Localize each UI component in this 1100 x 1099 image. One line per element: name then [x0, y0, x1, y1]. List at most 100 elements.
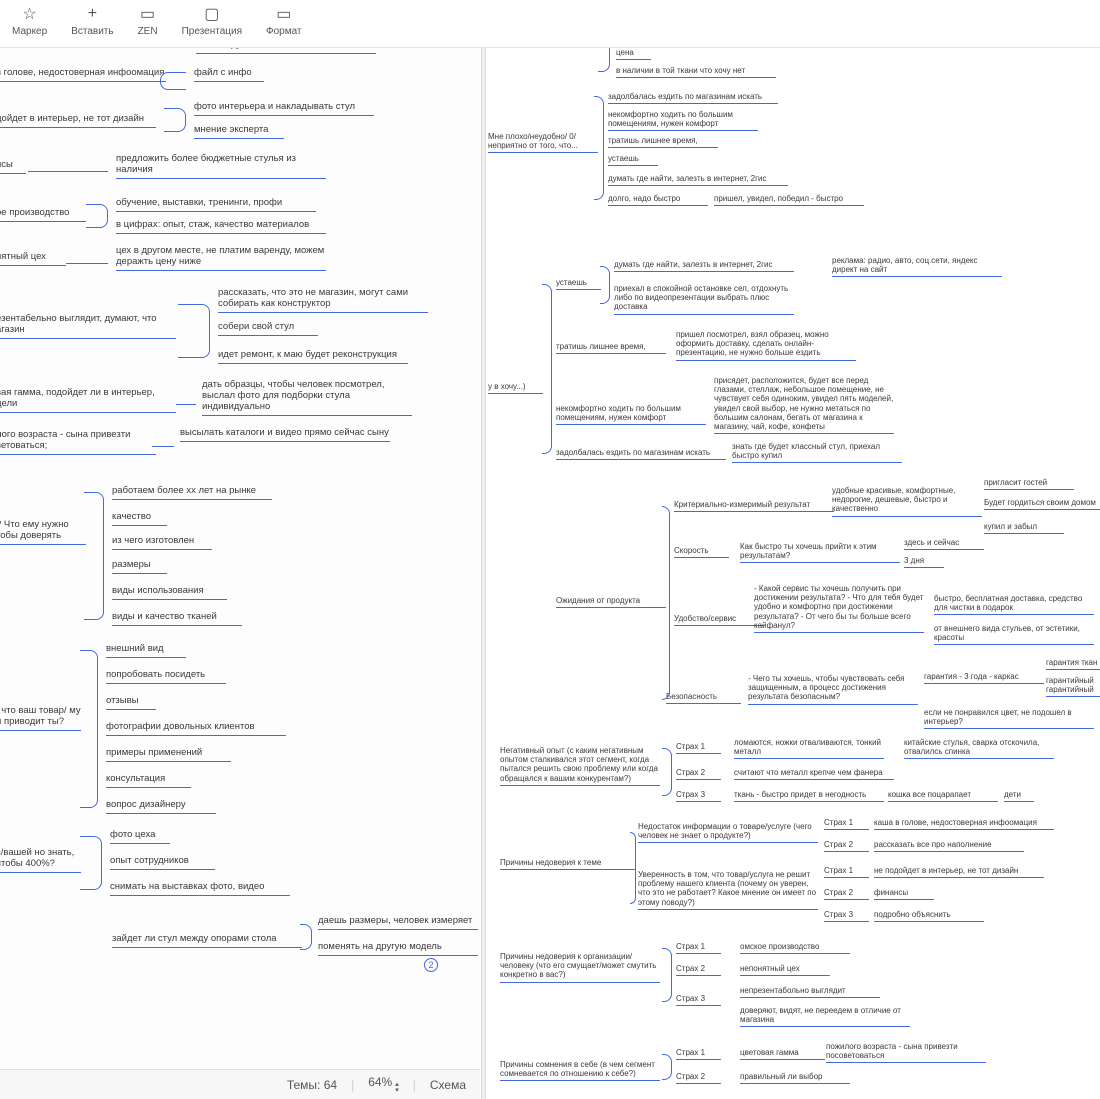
node[interactable]: предложить более бюджетные стулья из нал…	[116, 152, 326, 179]
node[interactable]: пригласит гостей	[984, 476, 1074, 490]
node[interactable]: вопрос дизайнеру	[106, 798, 216, 814]
node[interactable]: в голове, недостоверная инфоомация	[0, 66, 166, 82]
node[interactable]: , что ваш товар/ му и приводит ты?	[0, 704, 81, 731]
format-button[interactable]: ▭Формат	[254, 2, 314, 39]
node[interactable]: китайские стулья, сварка отскочила, отва…	[904, 736, 1054, 759]
node[interactable]: некомфортно ходить по большим помещениям…	[556, 402, 706, 425]
node[interactable]: попробовать посидеть	[106, 668, 226, 684]
presentation-button[interactable]: ▢Презентация	[170, 2, 254, 39]
node[interactable]: лого возраста - сына привезти ветоваться…	[0, 428, 156, 455]
node[interactable]: не подойдет в интерьер, не тот дизайн	[874, 864, 1044, 878]
node[interactable]: пришел посмотрел, взял образец, можно оф…	[676, 328, 856, 361]
node[interactable]: - Чего ты хочешь, чтобы чувствовать себя…	[748, 672, 918, 705]
node[interactable]: кошка все поцарапает	[888, 788, 998, 802]
node[interactable]: в цифрах: опыт, стаж, качество материало…	[116, 218, 326, 234]
node[interactable]: дойдет в интерьер, не тот дизайн	[0, 112, 156, 128]
node[interactable]: опыт сотрудников	[110, 854, 215, 870]
node[interactable]: внешний вид	[106, 642, 186, 658]
node[interactable]: некомфортно ходить по большим помещениям…	[608, 108, 758, 131]
node[interactable]: идет ремонт, к маю будет реконструкция	[218, 348, 408, 364]
node[interactable]: устаешь	[608, 152, 658, 166]
node[interactable]: фото интерьера и накладывать стул	[194, 100, 374, 116]
node[interactable]: Скорость	[674, 544, 729, 558]
node[interactable]: мнение эксперта	[194, 123, 284, 139]
node[interactable]: нятный цех	[0, 250, 66, 266]
node[interactable]: 3 дня	[904, 554, 944, 568]
node[interactable]: Страх 2	[824, 886, 869, 900]
node[interactable]: Уверенность в том, что товар/услуга не р…	[638, 868, 818, 910]
mindmap-canvas-left[interactable]: своими руками в голове, недостоверная ин…	[0, 48, 480, 1067]
node[interactable]: быстро, бесплатная доставка, средство дл…	[934, 592, 1094, 615]
node[interactable]: Страх 1	[676, 1046, 721, 1060]
node[interactable]: вая гамма, подойдет ли в интерьер, дели	[0, 386, 176, 413]
node[interactable]: рассказать, что это не магазин, могут са…	[218, 286, 428, 313]
node[interactable]: гарантийный гарантийный	[1046, 674, 1100, 697]
node[interactable]: Безопасность	[666, 690, 741, 704]
node[interactable]: Мне плохо/неудобно/ 0/неприятно от того,…	[488, 130, 598, 153]
node[interactable]: каша в голове, недостоверная инфоомация	[874, 816, 1054, 830]
node[interactable]: фотографии довольных клиентов	[106, 720, 286, 736]
zen-button[interactable]: ▭ZEN	[126, 2, 170, 39]
node[interactable]: отзывы	[106, 694, 156, 710]
node[interactable]: думать где найти, залезть в интернет, 2г…	[608, 172, 788, 186]
node[interactable]: думать где найти, залезть в интернет, 2г…	[614, 258, 794, 272]
node[interactable]: рассказать все про наполнение	[874, 838, 1024, 852]
node[interactable]: приехал в спокойной остановке сел, отдох…	[614, 282, 794, 315]
node[interactable]: качество	[112, 510, 167, 526]
node[interactable]: размеры	[112, 558, 167, 574]
node[interactable]: езентабельно выглядит, думают, что агази…	[0, 312, 176, 339]
node[interactable]: тратишь лишнее время,	[556, 340, 666, 354]
node[interactable]: реклама: радио, авто, соц.сети, яндекс д…	[832, 254, 1002, 277]
node[interactable]: здесь и сейчас	[904, 536, 984, 550]
node[interactable]: поменять на другую модель	[318, 940, 478, 956]
node[interactable]: Страх 3	[676, 788, 721, 802]
node[interactable]: дать образцы, чтобы человек посмотрел, в…	[202, 378, 412, 416]
node[interactable]: собери свой стул	[218, 320, 318, 336]
node[interactable]: Будет гордиться своим домом	[984, 496, 1100, 510]
node[interactable]: Критериально-измеримый результат	[674, 498, 834, 512]
collapse-indicator[interactable]: 2	[424, 958, 438, 972]
node[interactable]: Как быстро ты хочешь прийти к этим резул…	[740, 540, 900, 563]
node[interactable]: пришел, увидел, победил - быстро	[714, 192, 864, 206]
node[interactable]: Причины сомнения в себе (в чем сегмент с…	[500, 1058, 660, 1081]
node[interactable]: пожилого возраста - сына привезти посове…	[826, 1040, 986, 1063]
node[interactable]: Страх 1	[676, 740, 721, 754]
node[interactable]: ое производство	[0, 206, 86, 222]
node[interactable]: непрезентабольно выглядит	[740, 984, 880, 998]
node[interactable]: цена	[616, 46, 651, 60]
node[interactable]: из чего изготовлен	[112, 534, 212, 550]
node[interactable]: Страх 1	[824, 864, 869, 878]
node[interactable]: у в хочу...)	[488, 380, 543, 394]
node[interactable]: гарантия - 3 года - каркас	[924, 670, 1044, 684]
node[interactable]: Страх 3	[676, 992, 721, 1006]
node[interactable]: зайдет ли стул между опорами стола	[112, 932, 302, 948]
node[interactable]: фото цеха	[110, 828, 170, 844]
node[interactable]: Удобство/сервис	[674, 612, 764, 626]
node[interactable]: удобные красивые, комфортные, недорогие,…	[832, 484, 982, 517]
node[interactable]: примеры применений	[106, 746, 231, 762]
node[interactable]: Страх 1	[824, 816, 869, 830]
node[interactable]: считают что металл крепче чем фанера	[734, 766, 894, 780]
node[interactable]: Ожидания от продукта	[556, 594, 666, 608]
node[interactable]: гарантия ткан	[1046, 656, 1100, 670]
node[interactable]: ? Что ему нужно тобы доверять	[0, 518, 86, 545]
node[interactable]: снимать на выставках фото, видео	[110, 880, 290, 896]
node[interactable]: цветовая гамма	[740, 1046, 825, 1060]
node[interactable]: обучение, выставки, тренинги, профи	[116, 196, 316, 212]
marker-button[interactable]: ☆Маркер	[0, 2, 59, 39]
node[interactable]: тратишь лишнее время,	[608, 134, 718, 148]
node[interactable]: файл с инфо	[194, 66, 264, 82]
node[interactable]: Причины недоверия к теме	[500, 856, 635, 870]
node[interactable]: подробно объяснить	[874, 908, 984, 922]
zoom-control[interactable]: 64%▴▾	[368, 1075, 399, 1094]
node[interactable]: задолбалась ездить по магазинам искать	[608, 90, 778, 104]
node[interactable]: долго, надо быстро	[608, 192, 708, 206]
node[interactable]: виды использования	[112, 584, 227, 600]
node[interactable]: Страх 2	[676, 962, 721, 976]
node[interactable]: своими руками	[196, 48, 376, 54]
node[interactable]: работаем более хх лет на рынке	[112, 484, 272, 500]
node[interactable]: цех в другом месте, не платим варенду, м…	[116, 244, 326, 271]
node[interactable]: Страх 2	[676, 766, 721, 780]
node[interactable]: финансы	[874, 886, 934, 900]
node[interactable]: даешь размеры, человек измеряет	[318, 914, 478, 930]
